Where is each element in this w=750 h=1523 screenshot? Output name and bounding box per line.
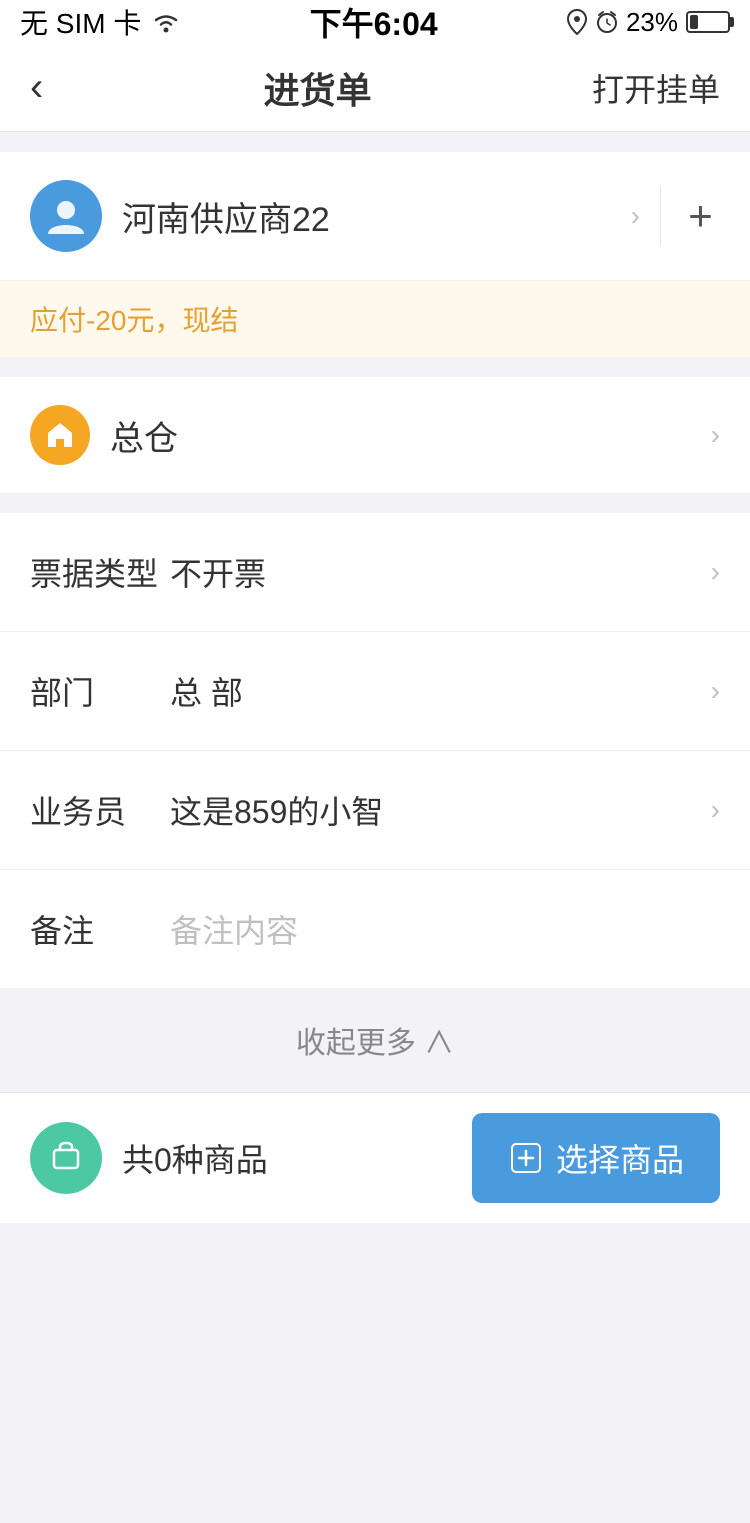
battery-indicator bbox=[686, 11, 730, 33]
remark-input[interactable]: 备注内容 bbox=[170, 906, 720, 952]
open-pending-button[interactable]: 打开挂单 bbox=[592, 65, 720, 111]
warehouse-section: 总仓 › bbox=[0, 377, 750, 493]
dept-row[interactable]: 部门 总 部 › bbox=[0, 632, 750, 751]
dept-chevron-icon: › bbox=[711, 675, 720, 707]
select-product-label: 选择商品 bbox=[556, 1135, 684, 1181]
status-bar: 无 SIM 卡 下午6:04 23% bbox=[0, 0, 750, 44]
remark-row[interactable]: 备注 备注内容 bbox=[0, 870, 750, 988]
user-icon bbox=[44, 194, 88, 238]
supplier-chevron-icon: › bbox=[631, 200, 640, 232]
remark-label: 备注 bbox=[30, 906, 170, 952]
sales-label: 业务员 bbox=[30, 787, 170, 833]
sales-value: 这是859的小智 bbox=[170, 787, 711, 833]
dept-value: 总 部 bbox=[170, 668, 711, 714]
warehouse-name: 总仓 bbox=[110, 411, 711, 460]
invoice-label: 票据类型 bbox=[30, 549, 170, 595]
supplier-row[interactable]: 河南供应商22 › + bbox=[0, 152, 750, 281]
collapse-label: 收起更多 ∧ bbox=[296, 1018, 454, 1062]
status-icons: 23% bbox=[566, 7, 730, 38]
alarm-icon bbox=[596, 10, 618, 34]
warehouse-row[interactable]: 总仓 › bbox=[0, 377, 750, 493]
section-gap-1 bbox=[0, 132, 750, 152]
carrier-text: 无 SIM 卡 bbox=[20, 2, 141, 42]
notice-bar: 应付-20元，现结 bbox=[0, 281, 750, 357]
supplier-avatar bbox=[30, 180, 102, 252]
collapse-row[interactable]: 收起更多 ∧ bbox=[0, 988, 750, 1092]
notice-text: 应付-20元，现结 bbox=[30, 305, 238, 336]
nav-bar: ‹ 进货单 打开挂单 bbox=[0, 44, 750, 132]
battery-text: 23% bbox=[626, 7, 678, 38]
home-icon bbox=[42, 417, 78, 453]
cart-icon bbox=[46, 1138, 86, 1178]
invoice-value: 不开票 bbox=[170, 549, 711, 595]
form-section: 票据类型 不开票 › 部门 总 部 › 业务员 这是859的小智 › 备注 备注… bbox=[0, 513, 750, 988]
status-carrier: 无 SIM 卡 bbox=[20, 2, 181, 42]
page-title: 进货单 bbox=[264, 62, 372, 114]
supplier-name: 河南供应商22 bbox=[122, 192, 631, 241]
warehouse-icon bbox=[30, 405, 90, 465]
bottom-bar: 共0种商品 选择商品 bbox=[0, 1092, 750, 1223]
wifi-icon bbox=[151, 11, 181, 33]
add-supplier-button[interactable]: + bbox=[660, 186, 720, 246]
sales-row[interactable]: 业务员 这是859的小智 › bbox=[0, 751, 750, 870]
back-button[interactable]: ‹ bbox=[30, 65, 43, 110]
select-product-button[interactable]: 选择商品 bbox=[472, 1113, 720, 1203]
product-icon bbox=[30, 1122, 102, 1194]
invoice-row[interactable]: 票据类型 不开票 › bbox=[0, 513, 750, 632]
product-count-label: 共0种商品 bbox=[122, 1135, 452, 1181]
location-icon bbox=[566, 9, 588, 35]
supplier-section: 河南供应商22 › + 应付-20元，现结 bbox=[0, 152, 750, 357]
invoice-chevron-icon: › bbox=[711, 556, 720, 588]
section-gap-3 bbox=[0, 493, 750, 513]
warehouse-chevron-icon: › bbox=[711, 419, 720, 451]
page-background bbox=[0, 1223, 750, 1523]
select-product-icon bbox=[508, 1140, 544, 1176]
section-gap-2 bbox=[0, 357, 750, 377]
dept-label: 部门 bbox=[30, 668, 170, 714]
sales-chevron-icon: › bbox=[711, 794, 720, 826]
status-time: 下午6:04 bbox=[310, 0, 438, 45]
